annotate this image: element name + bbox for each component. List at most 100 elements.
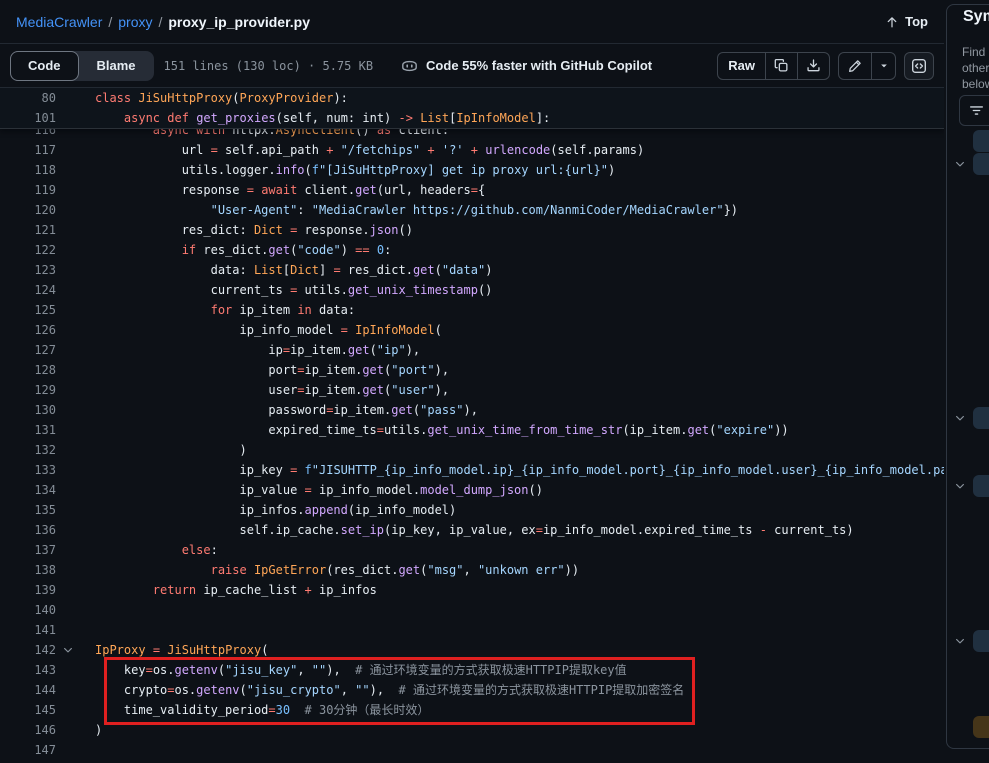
line-number[interactable]: 132 xyxy=(0,440,56,460)
code-text: ip_value = ip_info_model.model_dump_json… xyxy=(80,480,944,500)
symbols-panel-description: Find definitions and references for func… xyxy=(962,44,989,92)
edit-group xyxy=(838,52,896,80)
line-number[interactable]: 137 xyxy=(0,540,56,560)
line-number[interactable]: 127 xyxy=(0,340,56,360)
symbol-tree-row xyxy=(944,153,989,175)
fold-gutter xyxy=(56,500,80,520)
line-number[interactable]: 139 xyxy=(0,580,56,600)
copilot-banner-link[interactable]: Code 55% faster with GitHub Copilot xyxy=(401,57,652,74)
line-number[interactable]: 128 xyxy=(0,360,56,380)
line-number[interactable]: 80 xyxy=(0,88,56,108)
code-line: 136 self.ip_cache.set_ip(ip_key, ip_valu… xyxy=(0,520,944,540)
breadcrumb-separator: / xyxy=(108,14,112,30)
copy-raw-content-button[interactable] xyxy=(765,53,797,79)
line-number[interactable]: 122 xyxy=(0,240,56,260)
code-line: 101 async def get_proxies(self, num: int… xyxy=(0,108,944,128)
line-number[interactable]: 117 xyxy=(0,140,56,160)
breadcrumb-separator: / xyxy=(158,14,162,30)
tab-code[interactable]: Code xyxy=(10,51,79,81)
back-to-top-link[interactable]: Top xyxy=(885,14,928,29)
symbol-tree-row xyxy=(944,130,989,152)
line-number[interactable]: 140 xyxy=(0,600,56,620)
code-line: 117 url = self.api_path + "/fetchips" + … xyxy=(0,140,944,160)
download-icon xyxy=(806,58,821,73)
symbol-kind-badge[interactable] xyxy=(973,407,989,429)
code-text: time_validity_period=30 # 30分钟（最长时效） xyxy=(80,700,944,720)
line-number[interactable]: 131 xyxy=(0,420,56,440)
code-line: 132 ) xyxy=(0,440,944,460)
line-number[interactable]: 143 xyxy=(0,660,56,680)
code-text: ip_info_model = IpInfoModel( xyxy=(80,320,944,340)
pencil-icon xyxy=(848,59,862,73)
symbols-panel-title: Symbols xyxy=(963,8,989,26)
code-line: 129 user=ip_item.get("user"), xyxy=(0,380,944,400)
code-text: res_dict: Dict = response.json() xyxy=(80,220,944,240)
line-number[interactable]: 141 xyxy=(0,620,56,640)
line-number[interactable]: 133 xyxy=(0,460,56,480)
chevron-down-icon[interactable] xyxy=(954,412,966,424)
line-number[interactable]: 146 xyxy=(0,720,56,740)
line-number[interactable]: 101 xyxy=(0,108,56,128)
code-line: 147 xyxy=(0,740,944,760)
chevron-down-icon[interactable] xyxy=(954,158,966,170)
symbols-panel-toggle-button[interactable] xyxy=(904,52,934,80)
line-number[interactable]: 119 xyxy=(0,180,56,200)
code-blame-switch: Code Blame xyxy=(10,51,154,81)
chevron-down-icon[interactable] xyxy=(954,635,966,647)
code-line: 134 ip_value = ip_info_model.model_dump_… xyxy=(0,480,944,500)
line-number[interactable]: 138 xyxy=(0,560,56,580)
line-number[interactable]: 126 xyxy=(0,320,56,340)
chevron-down-icon[interactable] xyxy=(954,480,966,492)
raw-copy-download-group: Raw xyxy=(717,52,830,80)
line-number[interactable]: 145 xyxy=(0,700,56,720)
breadcrumb-filename: proxy_ip_provider.py xyxy=(168,14,310,30)
line-number[interactable]: 123 xyxy=(0,260,56,280)
download-button[interactable] xyxy=(797,53,829,79)
symbols-filter-button[interactable] xyxy=(959,95,989,126)
code-text: port=ip_item.get("port"), xyxy=(80,360,944,380)
symbol-kind-badge[interactable] xyxy=(973,630,989,652)
breadcrumb-repo-link[interactable]: MediaCrawler xyxy=(16,14,102,30)
fold-toggle-chevron-down-icon[interactable] xyxy=(56,640,80,660)
line-number[interactable]: 124 xyxy=(0,280,56,300)
fold-gutter xyxy=(56,260,80,280)
code-line: 131 expired_time_ts=utils.get_unix_time_… xyxy=(0,420,944,440)
fold-gutter xyxy=(56,380,80,400)
code-lines: 116 async with httpx.AsyncClient() as cl… xyxy=(0,120,944,760)
code-text: current_ts = utils.get_unix_timestamp() xyxy=(80,280,944,300)
edit-file-button[interactable] xyxy=(839,53,871,79)
line-number[interactable]: 125 xyxy=(0,300,56,320)
fold-gutter xyxy=(56,480,80,500)
line-number[interactable]: 144 xyxy=(0,680,56,700)
code-text: response = await client.get(url, headers… xyxy=(80,180,944,200)
breadcrumb-folder-link[interactable]: proxy xyxy=(118,14,152,30)
line-number[interactable]: 129 xyxy=(0,380,56,400)
line-number[interactable]: 135 xyxy=(0,500,56,520)
copy-icon xyxy=(774,58,789,73)
line-number[interactable]: 134 xyxy=(0,480,56,500)
code-line: 123 data: List[Dict] = res_dict.get("dat… xyxy=(0,260,944,280)
fold-gutter xyxy=(56,140,80,160)
raw-button[interactable]: Raw xyxy=(718,53,765,79)
fold-gutter xyxy=(56,220,80,240)
symbol-kind-badge[interactable] xyxy=(973,475,989,497)
line-number[interactable]: 120 xyxy=(0,200,56,220)
symbol-kind-badge[interactable] xyxy=(973,716,989,738)
edit-dropdown-button[interactable] xyxy=(871,53,895,79)
line-number[interactable]: 136 xyxy=(0,520,56,540)
symbol-kind-badge[interactable] xyxy=(973,130,989,152)
line-number[interactable]: 130 xyxy=(0,400,56,420)
fold-gutter xyxy=(56,560,80,580)
line-number[interactable]: 118 xyxy=(0,160,56,180)
line-number[interactable]: 142 xyxy=(0,640,56,660)
line-number[interactable]: 121 xyxy=(0,220,56,240)
line-number[interactable]: 147 xyxy=(0,740,56,760)
symbol-kind-badge[interactable] xyxy=(973,153,989,175)
code-line: 133 ip_key = f"JISUHTTP_{ip_info_model.i… xyxy=(0,460,944,480)
file-toolbar: Code Blame 151 lines (130 loc) · 5.75 KB… xyxy=(0,44,944,88)
code-text: raise IpGetError(res_dict.get("msg", "un… xyxy=(80,560,944,580)
tab-blame[interactable]: Blame xyxy=(79,51,154,81)
fold-gutter xyxy=(56,540,80,560)
fold-gutter xyxy=(56,580,80,600)
fold-gutter xyxy=(56,660,80,680)
